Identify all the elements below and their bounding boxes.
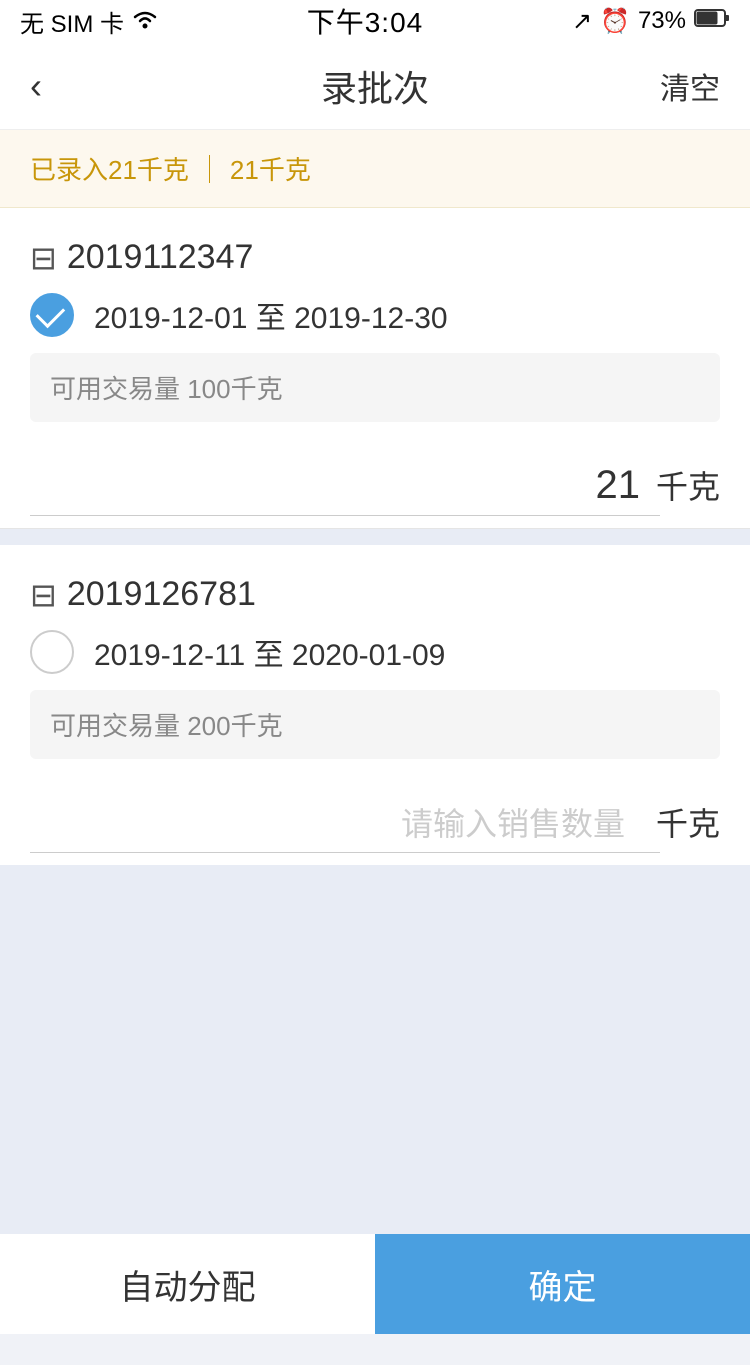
clear-button[interactable]: 清空 bbox=[660, 64, 720, 108]
batch1-row: 2019-12-01 至 2019-12-30 bbox=[30, 293, 720, 337]
sim-label: 无 SIM 卡 bbox=[20, 4, 124, 39]
status-left: 无 SIM 卡 bbox=[20, 4, 158, 39]
batch2-input-row: 千克 bbox=[0, 779, 750, 865]
banner-divider bbox=[209, 155, 210, 183]
info-banner: 已录入21千克 21千克 bbox=[0, 130, 750, 208]
recorded-value: 21千克 bbox=[230, 150, 311, 187]
batch1-header: ⊟ 2019112347 bbox=[30, 238, 720, 277]
wifi-icon bbox=[132, 7, 158, 36]
batch1-id: 2019112347 bbox=[67, 238, 254, 277]
batch2-date: 2019-12-11 至 2020-01-09 bbox=[94, 630, 445, 674]
alarm-icon: ⏰ bbox=[600, 7, 630, 36]
batch2-radio[interactable] bbox=[30, 630, 74, 674]
batch2-header: ⊟ 2019126781 bbox=[30, 575, 720, 614]
batch-card-2: ⊟ 2019126781 2019-12-11 至 2020-01-09 可用交… bbox=[0, 545, 750, 865]
batch1-availability: 可用交易量 100千克 bbox=[30, 353, 720, 422]
status-bar: 无 SIM 卡 下午3:04 ↗ ⏰ 73% bbox=[0, 0, 750, 42]
location-icon: ↗ bbox=[572, 7, 592, 36]
bottom-bar: 自动分配 确定 bbox=[0, 1234, 750, 1334]
batch1-unit: 千克 bbox=[656, 462, 720, 508]
confirm-button[interactable]: 确定 bbox=[375, 1234, 750, 1334]
back-button[interactable]: ‹ bbox=[30, 65, 90, 107]
batch2-availability: 可用交易量 200千克 bbox=[30, 690, 720, 759]
batch2-row: 2019-12-11 至 2020-01-09 bbox=[30, 630, 720, 674]
status-time: 下午3:04 bbox=[307, 1, 424, 41]
auto-distribute-button[interactable]: 自动分配 bbox=[0, 1234, 375, 1334]
battery-icon bbox=[694, 7, 730, 35]
recorded-label: 已录入21千克 bbox=[30, 150, 189, 187]
doc-icon-1: ⊟ bbox=[30, 239, 57, 277]
nav-bar: ‹ 录批次 清空 bbox=[0, 42, 750, 130]
section-divider bbox=[0, 529, 750, 545]
gray-area bbox=[0, 865, 750, 1265]
battery-percent: 73% bbox=[638, 7, 686, 35]
sales-quantity-input[interactable] bbox=[340, 806, 640, 843]
batch-card-1: ⊟ 2019112347 2019-12-01 至 2019-12-30 可用交… bbox=[0, 208, 750, 529]
doc-icon-2: ⊟ bbox=[30, 576, 57, 614]
batch2-unit: 千克 bbox=[656, 799, 720, 845]
status-right: ↗ ⏰ 73% bbox=[572, 7, 730, 36]
page-title: 录批次 bbox=[321, 60, 429, 112]
amount-underline bbox=[30, 515, 660, 516]
batch2-id: 2019126781 bbox=[67, 575, 256, 614]
batch1-amount: 21 bbox=[595, 463, 640, 508]
batch1-date: 2019-12-01 至 2019-12-30 bbox=[94, 293, 448, 337]
input-underline bbox=[30, 852, 660, 853]
batch1-radio[interactable] bbox=[30, 293, 74, 337]
